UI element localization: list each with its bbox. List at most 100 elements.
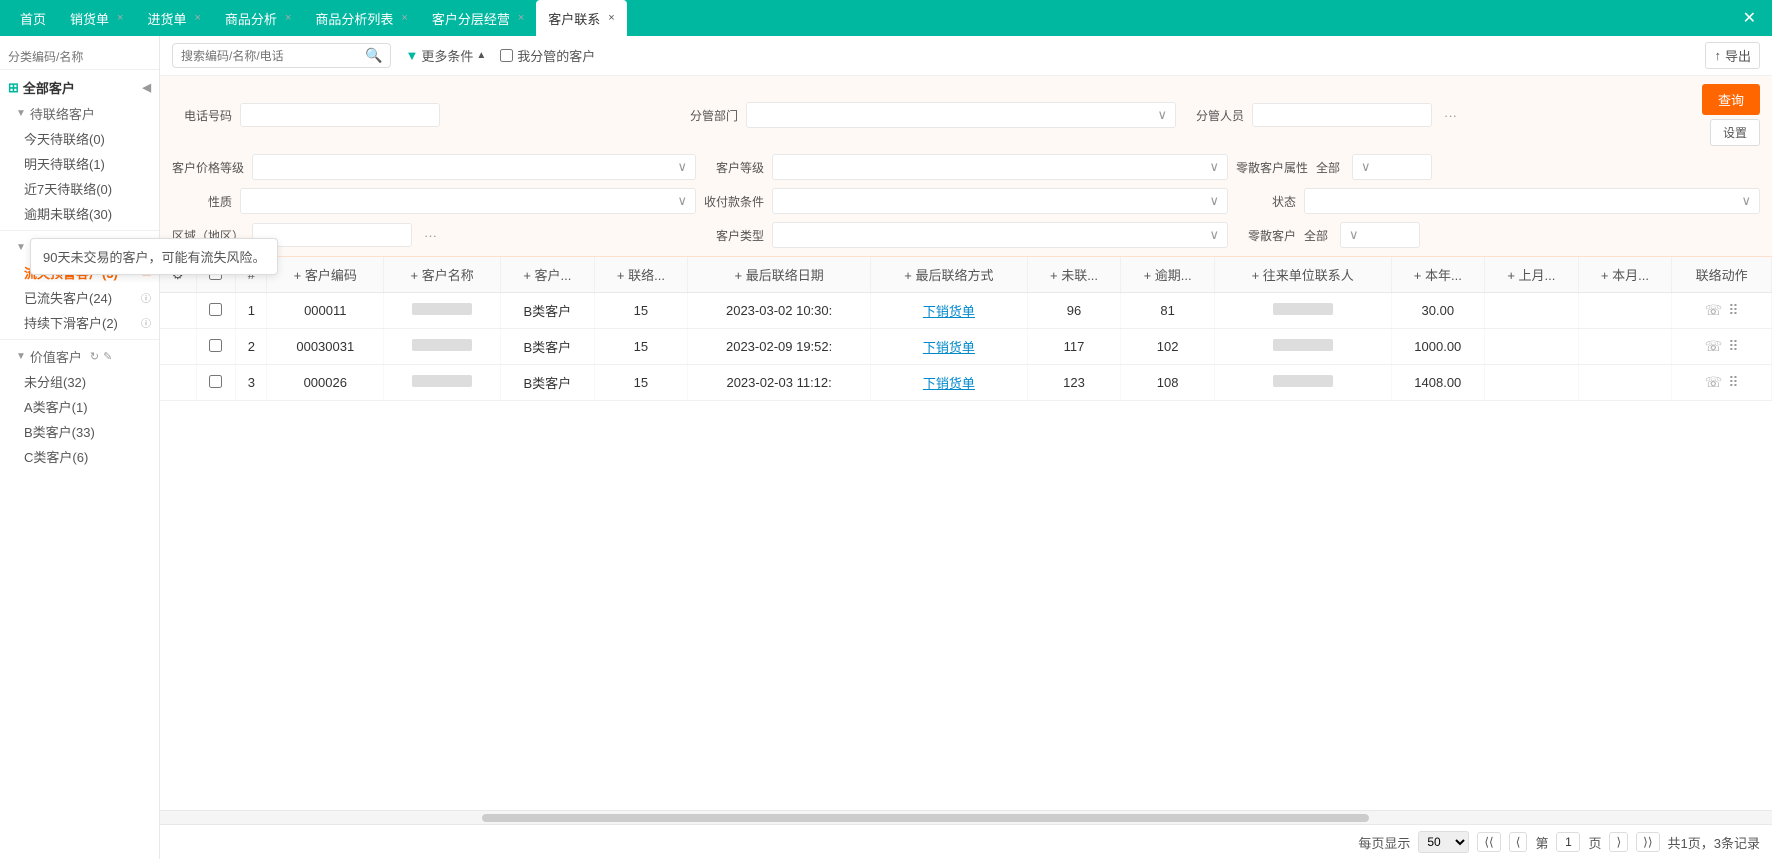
my-customers-checkbox-label[interactable]: 我分管的客户 xyxy=(500,46,595,65)
action-more-icon[interactable]: ⠿ xyxy=(1728,302,1738,319)
sidebar-item-ungrouped[interactable]: 未分组(32) xyxy=(0,369,159,394)
action-more-icon[interactable]: ⠿ xyxy=(1728,338,1738,355)
chevron-down-icon: ∨ xyxy=(1361,159,1371,175)
action-contact-icon[interactable]: ☏ xyxy=(1705,338,1723,355)
sidebar-item-today[interactable]: 今天待联络(0) xyxy=(0,126,159,151)
export-btn[interactable]: ↑ 导出 xyxy=(1705,42,1760,69)
close-icon[interactable]: × xyxy=(401,12,407,24)
first-page-btn[interactable]: ⟨⟨ xyxy=(1477,832,1500,852)
sidebar-item-churned[interactable]: 已流失客户(24) ⓘ xyxy=(0,285,159,310)
nav-home[interactable]: 首页 xyxy=(8,9,58,28)
nav-tab-sales[interactable]: 销货单 × xyxy=(58,0,135,36)
nav-tab-customer-contact[interactable]: 客户联系 × xyxy=(536,0,626,36)
nav-tab-customer-tier[interactable]: 客户分层经营 × xyxy=(420,0,536,36)
filter-panel: 电话号码 分管部门 ∨ 分管人员 ··· 查询 设置 xyxy=(160,76,1772,257)
col-last-contact-person[interactable]: + 往来单位联系人 xyxy=(1214,257,1391,293)
row-no-contact: 96 xyxy=(1027,293,1121,329)
toolbar: 🔍 ▼ 更多条件 ▲ 我分管的客户 ↑ 导出 xyxy=(160,36,1772,76)
action-contact-icon[interactable]: ☏ xyxy=(1705,374,1723,391)
action-more-icon[interactable]: ⠿ xyxy=(1728,374,1738,391)
sidebar-group-pending: ▼ 待联络客户 今天待联络(0) 明天待联络(1) 近7天待联络(0) 逾期未联… xyxy=(0,101,159,226)
content-area: 🔍 ▼ 更多条件 ▲ 我分管的客户 ↑ 导出 电话号码 xyxy=(160,36,1772,859)
filter-settings-btn[interactable]: 设置 xyxy=(1710,119,1760,146)
close-icon[interactable]: × xyxy=(194,12,200,24)
my-customers-checkbox[interactable] xyxy=(500,49,513,62)
horizontal-scrollbar[interactable] xyxy=(160,810,1772,824)
chevron-down-icon: ∨ xyxy=(1209,159,1219,175)
row-last-month xyxy=(1485,293,1579,329)
sidebar-search-input[interactable] xyxy=(8,50,160,64)
contact-method-link[interactable]: 下销货单 xyxy=(923,376,975,391)
sidebar-group-title-value[interactable]: ▼ 价值客户 ↻ ✎ xyxy=(0,344,159,369)
col-overdue[interactable]: + 逾期... xyxy=(1121,257,1215,293)
sidebar-item-tomorrow[interactable]: 明天待联络(1) xyxy=(0,151,159,176)
filter-select-payment[interactable]: ∨ xyxy=(772,188,1228,214)
sidebar-group-title-pending[interactable]: ▼ 待联络客户 xyxy=(0,101,159,126)
filter-select-retail-attr[interactable]: ∨ xyxy=(1352,154,1432,180)
col-last-month[interactable]: + 上月... xyxy=(1485,257,1579,293)
row-this-month xyxy=(1578,365,1672,401)
row-no-contact: 117 xyxy=(1027,329,1121,365)
sidebar-item-class-a[interactable]: A类客户(1) xyxy=(0,394,159,419)
nav-tab-analysis[interactable]: 商品分析 × xyxy=(213,0,303,36)
col-last-contact-method[interactable]: + 最后联络方式 xyxy=(871,257,1028,293)
page-size-select[interactable]: 50 20 100 xyxy=(1418,831,1469,853)
prev-page-btn[interactable]: ⟨ xyxy=(1509,832,1528,852)
sidebar-item-class-b[interactable]: B类客户(33) xyxy=(0,419,159,444)
next-page-btn[interactable]: ⟩ xyxy=(1609,832,1628,852)
nav-tab-purchase[interactable]: 进货单 × xyxy=(135,0,212,36)
sidebar-all-customers[interactable]: ⊞ 全部客户 ◀ xyxy=(0,74,159,101)
row-overdue: 102 xyxy=(1121,329,1215,365)
dots-icon[interactable]: ··· xyxy=(1440,108,1461,123)
col-name[interactable]: + 客户名称 xyxy=(384,257,501,293)
col-this-month[interactable]: + 本月... xyxy=(1578,257,1672,293)
scrollbar-thumb[interactable] xyxy=(482,814,1369,822)
row-last-contact-method: 下销货单 xyxy=(871,293,1028,329)
filter-select-status[interactable]: ∨ xyxy=(1304,188,1760,214)
filter-select-retail-customer[interactable]: ∨ xyxy=(1340,222,1420,248)
sidebar-item-overdue[interactable]: 逾期未联络(30) xyxy=(0,201,159,226)
row-index: 1 xyxy=(236,293,267,329)
filter-select-price-tier[interactable]: ∨ xyxy=(252,154,696,180)
col-contacts[interactable]: + 联络... xyxy=(594,257,688,293)
current-page: 1 xyxy=(1556,832,1580,852)
refresh-icon[interactable]: ↻ xyxy=(90,350,99,363)
filter-select-customer-type[interactable]: ∨ xyxy=(772,222,1228,248)
filter-select-dept[interactable]: ∨ xyxy=(746,102,1176,128)
edit-icon[interactable]: ✎ xyxy=(103,350,112,363)
close-icon[interactable]: × xyxy=(608,12,614,24)
sidebar-item-declining[interactable]: 持续下滑客户(2) ⓘ xyxy=(0,310,159,335)
close-app-icon[interactable]: ✕ xyxy=(1735,8,1764,28)
more-filters-btn[interactable]: ▼ 更多条件 ▲ xyxy=(399,43,492,68)
filter-input-manager[interactable] xyxy=(1252,103,1432,127)
row-checkbox[interactable] xyxy=(209,303,222,316)
contact-method-link[interactable]: 下销货单 xyxy=(923,304,975,319)
col-type[interactable]: + 客户... xyxy=(501,257,595,293)
contact-method-link[interactable]: 下销货单 xyxy=(923,340,975,355)
row-code: 000026 xyxy=(267,365,384,401)
action-contact-icon[interactable]: ☏ xyxy=(1705,302,1723,319)
filter-select-nature[interactable]: ∨ xyxy=(240,188,696,214)
close-icon[interactable]: × xyxy=(117,12,123,24)
toolbar-search-input[interactable] xyxy=(181,49,361,63)
col-last-contact-date[interactable]: + 最后联络日期 xyxy=(688,257,871,293)
nav-tab-analysis-list[interactable]: 商品分析列表 × xyxy=(303,0,419,36)
row-checkbox[interactable] xyxy=(209,375,222,388)
filter-select-customer-tier[interactable]: ∨ xyxy=(772,154,1228,180)
row-contacts: 15 xyxy=(594,293,688,329)
close-icon[interactable]: × xyxy=(285,12,291,24)
filter-field-phone: 电话号码 xyxy=(172,103,670,127)
sidebar-item-7days[interactable]: 近7天待联络(0) xyxy=(0,176,159,201)
row-checkbox[interactable] xyxy=(209,339,222,352)
last-page-btn[interactable]: ⟩⟩ xyxy=(1636,832,1659,852)
col-code[interactable]: + 客户编码 xyxy=(267,257,384,293)
query-btn[interactable]: 查询 xyxy=(1702,84,1760,115)
sidebar-item-class-c[interactable]: C类客户(6) xyxy=(0,444,159,469)
filter-input-phone[interactable] xyxy=(240,103,440,127)
col-this-year[interactable]: + 本年... xyxy=(1391,257,1485,293)
row-settings-cell xyxy=(160,293,196,329)
col-no-contact[interactable]: + 未联... xyxy=(1027,257,1121,293)
search-icon[interactable]: 🔍 xyxy=(365,47,382,64)
region-dots-icon[interactable]: ··· xyxy=(420,228,441,243)
close-icon[interactable]: × xyxy=(518,12,524,24)
